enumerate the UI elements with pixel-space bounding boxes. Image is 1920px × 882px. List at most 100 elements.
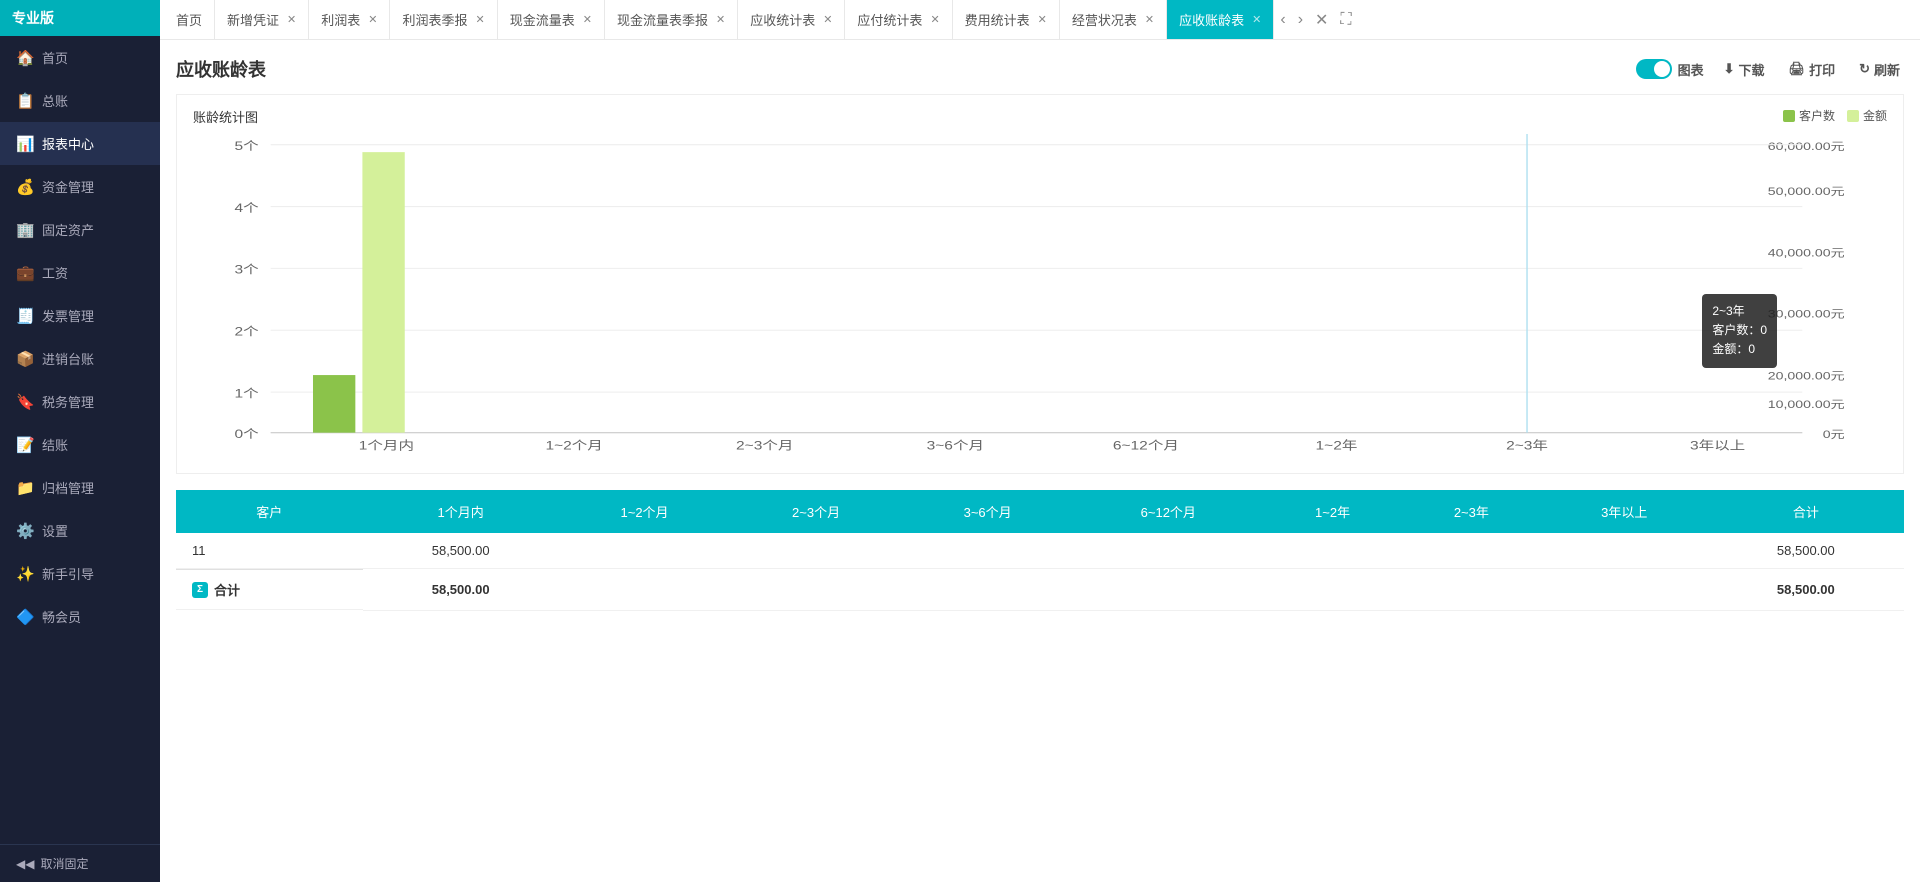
total-m12 xyxy=(559,569,731,611)
svg-text:10,000.00元: 10,000.00元 xyxy=(1768,399,1845,411)
sidebar-item-home[interactable]: 🏠 首页 xyxy=(0,36,160,79)
refresh-button[interactable]: ↻ 刷新 xyxy=(1855,60,1904,79)
invoice-icon: 🧾 xyxy=(16,307,34,325)
sidebar-item-archive[interactable]: 📁 归档管理 xyxy=(0,466,160,509)
tab-cashflow[interactable]: 现金流量表 ✕ xyxy=(498,0,605,40)
sidebar-label-ledger: 总账 xyxy=(42,91,68,110)
svg-text:5个: 5个 xyxy=(235,140,259,153)
tab-home[interactable]: 首页 xyxy=(164,0,215,40)
total-label-cell: Σ 合计 xyxy=(176,569,363,610)
svg-text:60,000.00元: 60,000.00元 xyxy=(1768,141,1845,153)
cell-total: 58,500.00 xyxy=(1708,533,1904,569)
svg-text:1~2年: 1~2年 xyxy=(1316,440,1358,453)
bar-amount-m1[interactable] xyxy=(362,152,404,433)
total-m23 xyxy=(730,569,902,611)
sidebar-item-settings[interactable]: ⚙️ 设置 xyxy=(0,509,160,552)
tab-receivable-stat[interactable]: 应收统计表 ✕ xyxy=(738,0,845,40)
tab-aging[interactable]: 应收账龄表 ✕ xyxy=(1167,0,1274,40)
chart-toggle[interactable] xyxy=(1636,59,1672,79)
tab-voucher[interactable]: 新增凭证 ✕ xyxy=(215,0,309,40)
ledger-icon: 📋 xyxy=(16,92,34,110)
refresh-icon: ↻ xyxy=(1859,61,1870,77)
svg-text:50,000.00元: 50,000.00元 xyxy=(1768,185,1845,197)
tab-expense-stat[interactable]: 费用统计表 ✕ xyxy=(953,0,1060,40)
tab-payable-stat[interactable]: 应付统计表 ✕ xyxy=(845,0,952,40)
tab-operation[interactable]: 经营状况表 ✕ xyxy=(1060,0,1167,40)
purchase-icon: 📦 xyxy=(16,350,34,368)
sidebar-label-home: 首页 xyxy=(42,48,68,67)
sidebar-label-asset: 固定资产 xyxy=(42,220,94,239)
tab-expense-stat-close[interactable]: ✕ xyxy=(1038,13,1047,26)
total-m36 xyxy=(902,569,1074,611)
sidebar-item-asset[interactable]: 🏢 固定资产 xyxy=(0,208,160,251)
fund-icon: 💰 xyxy=(16,178,34,196)
logo: 专业版 xyxy=(0,0,160,36)
print-icon: 🖨 xyxy=(1789,61,1806,77)
sidebar-item-member[interactable]: 🔷 畅会员 xyxy=(0,595,160,638)
cell-customer: 11 xyxy=(176,533,363,569)
cell-m1: 58,500.00 xyxy=(363,533,559,569)
chart-svg: 5个 4个 3个 2个 1个 0个 60,000.00元 50,000.00元 … xyxy=(193,134,1887,454)
sidebar-item-settle[interactable]: 📝 结账 xyxy=(0,423,160,466)
total-y23 xyxy=(1402,569,1541,611)
bar-customers-m1[interactable] xyxy=(313,375,355,433)
sidebar-item-invoice[interactable]: 🧾 发票管理 xyxy=(0,294,160,337)
tab-cashflow-quarter[interactable]: 现金流量表季报 ✕ xyxy=(605,0,738,40)
tab-expand-button[interactable]: ⛶ xyxy=(1334,0,1357,40)
total-y3plus xyxy=(1541,569,1708,611)
chart-container: 账龄统计图 客户数 金额 5个 4个 3个 2个 xyxy=(176,94,1904,474)
table-header-row: 客户 1个月内 1~2个月 2~3个月 3~6个月 6~12个月 1~2年 2~… xyxy=(176,490,1904,533)
tab-cashflow-close[interactable]: ✕ xyxy=(583,13,592,26)
download-button[interactable]: ⬇ 下载 xyxy=(1720,60,1769,79)
tab-voucher-close[interactable]: ✕ xyxy=(287,13,296,26)
tab-prev-button[interactable]: ‹ xyxy=(1274,0,1291,40)
tab-receivable-stat-close[interactable]: ✕ xyxy=(823,13,832,26)
total-y12 xyxy=(1263,569,1402,611)
page-title: 应收账龄表 xyxy=(176,56,266,82)
tab-profit-quarter-close[interactable]: ✕ xyxy=(476,13,485,26)
col-m23: 2~3个月 xyxy=(730,490,902,533)
legend-customers-label: 客户数 xyxy=(1799,107,1835,124)
sidebar-item-salary[interactable]: 💼 工资 xyxy=(0,251,160,294)
cell-y3plus xyxy=(1541,533,1708,569)
total-icon: Σ xyxy=(192,582,208,598)
col-m12: 1~2个月 xyxy=(559,490,731,533)
tab-payable-stat-close[interactable]: ✕ xyxy=(930,13,939,26)
sidebar-label-guide: 新手引导 xyxy=(42,564,94,583)
tab-operation-close[interactable]: ✕ xyxy=(1145,13,1154,26)
legend-amount: 金额 xyxy=(1847,107,1887,124)
settings-icon: ⚙️ xyxy=(16,522,34,540)
sidebar-pin-toggle[interactable]: ◀◀ 取消固定 xyxy=(0,844,160,882)
print-button[interactable]: 🖨 打印 xyxy=(1785,60,1840,79)
tab-cashflow-label: 现金流量表 xyxy=(510,10,575,29)
svg-text:40,000.00元: 40,000.00元 xyxy=(1768,247,1845,259)
sidebar-pin-label: 取消固定 xyxy=(40,855,88,872)
col-m1: 1个月内 xyxy=(363,490,559,533)
tab-profit-close[interactable]: ✕ xyxy=(368,13,377,26)
tab-profit-quarter[interactable]: 利润表季报 ✕ xyxy=(390,0,497,40)
guide-icon: ✨ xyxy=(16,565,34,583)
archive-icon: 📁 xyxy=(16,479,34,497)
svg-text:3年以上: 3年以上 xyxy=(1690,440,1745,453)
sidebar-item-report[interactable]: 📊 报表中心 xyxy=(0,122,160,165)
sidebar-item-purchase[interactable]: 📦 进销台账 xyxy=(0,337,160,380)
col-customer: 客户 xyxy=(176,490,363,533)
tab-aging-close[interactable]: ✕ xyxy=(1252,13,1261,26)
refresh-label: 刷新 xyxy=(1874,60,1900,79)
chart-svg-area: 5个 4个 3个 2个 1个 0个 60,000.00元 50,000.00元 … xyxy=(193,134,1887,454)
tab-profit[interactable]: 利润表 ✕ xyxy=(309,0,390,40)
total-m612 xyxy=(1073,569,1263,611)
cell-m23 xyxy=(730,533,902,569)
sidebar-item-tax[interactable]: 🔖 税务管理 xyxy=(0,380,160,423)
tab-next-button[interactable]: › xyxy=(1292,0,1309,40)
total-label: 合计 xyxy=(214,580,240,599)
tab-cashflow-quarter-close[interactable]: ✕ xyxy=(716,13,725,26)
sidebar-item-guide[interactable]: ✨ 新手引导 xyxy=(0,552,160,595)
col-y12: 1~2年 xyxy=(1263,490,1402,533)
content-area: 应收账龄表 图表 ⬇ 下载 🖨 打印 ↻ 刷新 xyxy=(160,40,1920,882)
pin-icon: ◀◀ xyxy=(16,857,34,871)
tab-close-all-button[interactable]: ✕ xyxy=(1309,0,1334,40)
sidebar-item-ledger[interactable]: 📋 总账 xyxy=(0,79,160,122)
sidebar-item-fund[interactable]: 💰 资金管理 xyxy=(0,165,160,208)
total-total: 58,500.00 xyxy=(1708,569,1904,611)
